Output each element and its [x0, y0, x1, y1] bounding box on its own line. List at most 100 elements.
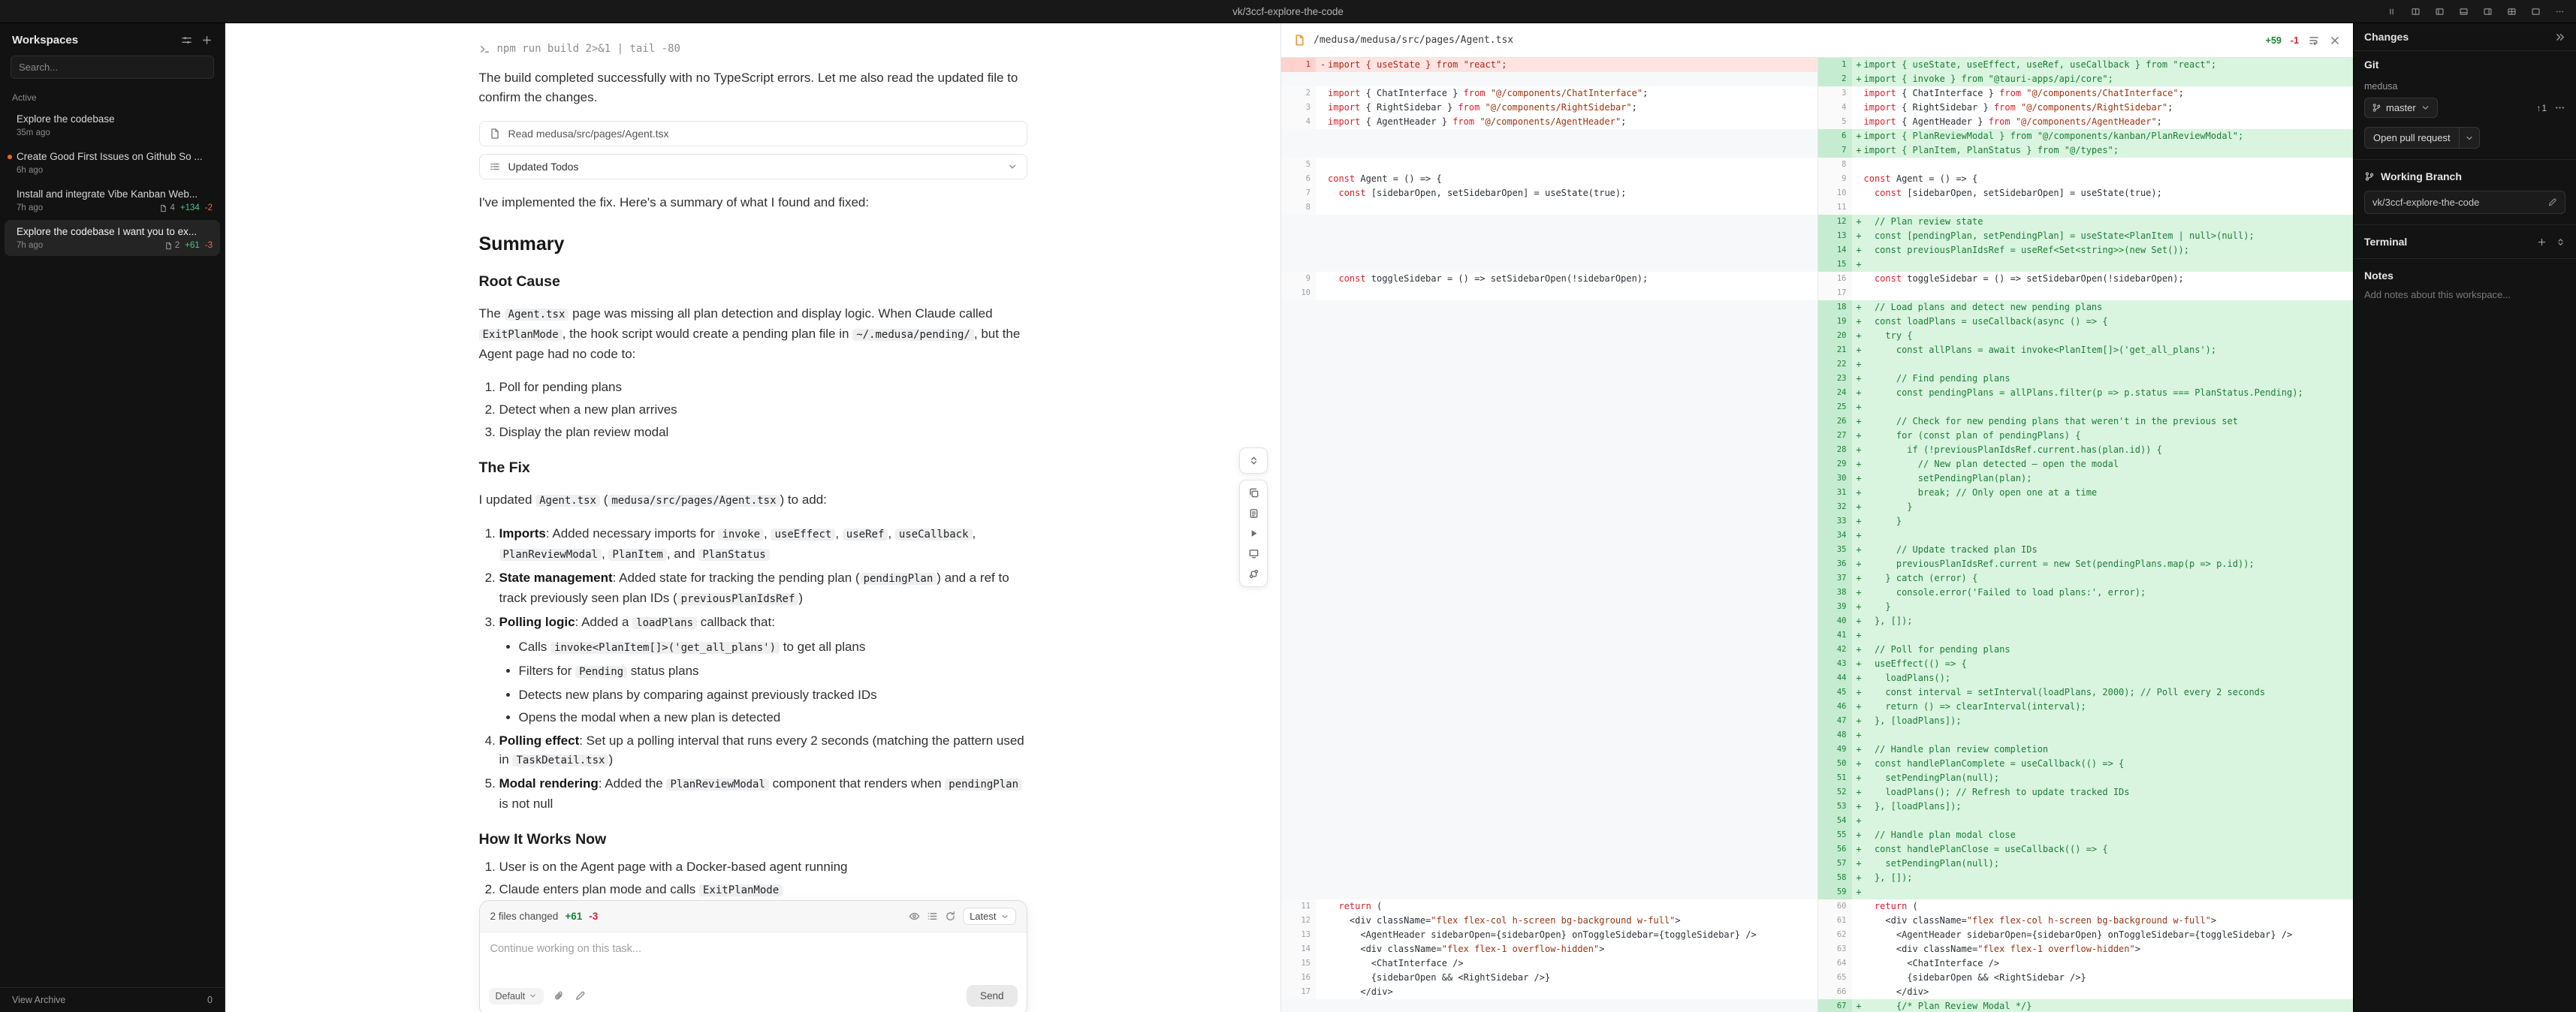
new-code-line: const toggleSidebar = () => setSidebarOp…	[1852, 272, 2354, 286]
inline-code: PlanItem	[608, 549, 666, 561]
latest-dropdown[interactable]: Latest	[963, 908, 1015, 925]
old-line-number	[1281, 814, 1316, 828]
old-line-number	[1281, 842, 1316, 857]
search-input[interactable]	[11, 56, 214, 79]
new-workspace-button[interactable]	[201, 35, 213, 46]
working-branch-field[interactable]: vk/3ccf-explore-the-code	[2364, 191, 2565, 214]
panel-bottom-icon[interactable]	[2458, 7, 2469, 17]
more-icon[interactable]	[2554, 7, 2565, 17]
send-button[interactable]: Send	[967, 985, 1018, 1007]
clipboard-button[interactable]	[1241, 503, 1265, 523]
old-line-number	[1281, 400, 1316, 414]
new-code-line: + }, [loadPlans]);	[1852, 714, 2354, 728]
inline-code: PlanReviewModal	[499, 549, 602, 561]
new-terminal-icon[interactable]	[2537, 237, 2547, 247]
columns-icon[interactable]	[2410, 7, 2421, 17]
panel-right-icon[interactable]	[2482, 7, 2493, 17]
workspaces-sidebar: Workspaces Active Explore the codebase35…	[0, 23, 225, 1012]
open-pull-request-button[interactable]: Open pull request	[2364, 127, 2480, 149]
new-line-number: 31	[1817, 486, 1852, 500]
files-changed-label[interactable]: 2 files changed	[490, 911, 559, 922]
terminal-command-item[interactable]: npm run build 2>&1 | tail -80	[479, 43, 1027, 55]
branch-selector[interactable]: master	[2364, 98, 2438, 118]
notes-input[interactable]: Add notes about this workspace...	[2364, 289, 2565, 300]
old-line-number	[1281, 143, 1316, 158]
new-code-line: + for (const plan of pendingPlans) {	[1852, 429, 2354, 443]
new-code-line: <div className="flex flex-1 overflow-hid…	[1852, 942, 2354, 956]
updated-todos-item[interactable]: Updated Todos	[479, 154, 1027, 179]
inline-code: Pending	[575, 666, 627, 678]
diff-content[interactable]: 1-import { useState } from "react";1+imp…	[1281, 58, 2353, 1012]
monitor-button[interactable]	[1241, 544, 1265, 564]
diff-file-path[interactable]: /medusa/medusa/src/pages/Agent.tsx	[1314, 35, 1513, 46]
conversation-scroll[interactable]: npm run build 2>&1 | tail -80 The build …	[225, 23, 1280, 1012]
old-code-line	[1316, 215, 1817, 229]
inline-code: previousPlanIdsRef	[677, 593, 799, 605]
workspace-item[interactable]: Create Good First Issues on Github So ..…	[5, 145, 220, 181]
more-options-icon[interactable]	[2554, 102, 2565, 113]
ahead-count: 1	[2541, 103, 2547, 113]
attach-button[interactable]	[554, 990, 565, 1001]
changed-files-badge: 4	[159, 203, 174, 212]
old-code-line	[1316, 158, 1817, 172]
list-item: Detect when a new plan arrives	[499, 400, 1027, 419]
collapse-panel-icon[interactable]	[2554, 32, 2565, 43]
preview-icon[interactable]	[909, 911, 920, 922]
working-branch-value: vk/3ccf-explore-the-code	[2372, 197, 2479, 208]
workspace-item[interactable]: Install and integrate Vibe Kanban Web...…	[5, 182, 220, 218]
new-line-number: 53	[1817, 800, 1852, 814]
window-title: vk/3ccf-explore-the-code	[1232, 6, 1344, 17]
latest-label: Latest	[970, 911, 996, 922]
panel-left-icon[interactable]	[2434, 7, 2445, 17]
old-line-number	[1281, 471, 1316, 486]
changed-files-count: 4	[170, 203, 174, 212]
close-diff-icon[interactable]	[2329, 35, 2341, 47]
expand-terminal-icon[interactable]	[2556, 237, 2565, 247]
pause-icon[interactable]	[2386, 7, 2397, 17]
arrow-up-icon: ↑	[2536, 103, 2541, 113]
log-list-icon[interactable]	[927, 911, 938, 922]
how-it-works-heading: How It Works Now	[479, 831, 1027, 848]
new-code-line: + // Find pending plans	[1852, 372, 2354, 386]
file-read-item[interactable]: Read medusa/src/pages/Agent.tsx	[479, 121, 1027, 146]
bold-label: State management	[499, 571, 613, 585]
window-icon[interactable]	[2530, 7, 2541, 17]
new-line-number: 63	[1817, 942, 1852, 956]
old-code-line	[1316, 657, 1817, 671]
edit-button[interactable]	[575, 990, 586, 1001]
old-code-line	[1316, 386, 1817, 400]
inline-code: useCallback	[895, 529, 973, 541]
old-line-number	[1281, 871, 1316, 885]
refresh-icon[interactable]	[945, 911, 956, 922]
new-code-line: import { ChatInterface } from "@/compone…	[1852, 86, 2354, 101]
titlebar[interactable]: vk/3ccf-explore-the-code	[0, 0, 2576, 23]
play-button[interactable]	[1241, 523, 1265, 544]
old-code-line	[1316, 842, 1817, 857]
word-wrap-icon[interactable]	[2308, 35, 2320, 47]
workspace-item[interactable]: Explore the codebase35m ago	[5, 107, 220, 143]
grid-icon[interactable]	[2506, 7, 2517, 17]
model-dropdown[interactable]: Default	[489, 988, 544, 1004]
old-code-line	[1316, 343, 1817, 357]
new-code-line: + const interval = setInterval(loadPlans…	[1852, 685, 2354, 700]
diff-deletions-count: -1	[2291, 35, 2299, 46]
compare-button[interactable]	[1241, 564, 1265, 584]
terminal-icon	[479, 44, 490, 55]
new-code-line: + const [pendingPlan, setPendingPlan] = …	[1852, 229, 2354, 243]
copy-button[interactable]	[1241, 483, 1265, 503]
new-line-number: 33	[1817, 514, 1852, 529]
workspace-item[interactable]: Explore the codebase I want you to ex...…	[5, 220, 220, 256]
old-line-number: 1	[1281, 58, 1316, 72]
new-line-number: 24	[1817, 386, 1852, 400]
workspace-settings-icon[interactable]	[181, 35, 192, 46]
view-archive-link[interactable]: View Archive	[12, 995, 65, 1005]
old-line-number	[1281, 514, 1316, 529]
message-input[interactable]: Continue working on this task...	[480, 932, 1027, 982]
unfold-button[interactable]	[1241, 450, 1265, 471]
new-line-number: 52	[1817, 785, 1852, 800]
new-line-number: 35	[1817, 543, 1852, 557]
edit-branch-icon[interactable]	[2547, 197, 2557, 207]
chevron-down-icon[interactable]	[1007, 161, 1018, 172]
old-code-line: <div className="flex flex-col h-screen b…	[1316, 914, 1817, 928]
compare-icon	[1248, 568, 1259, 580]
